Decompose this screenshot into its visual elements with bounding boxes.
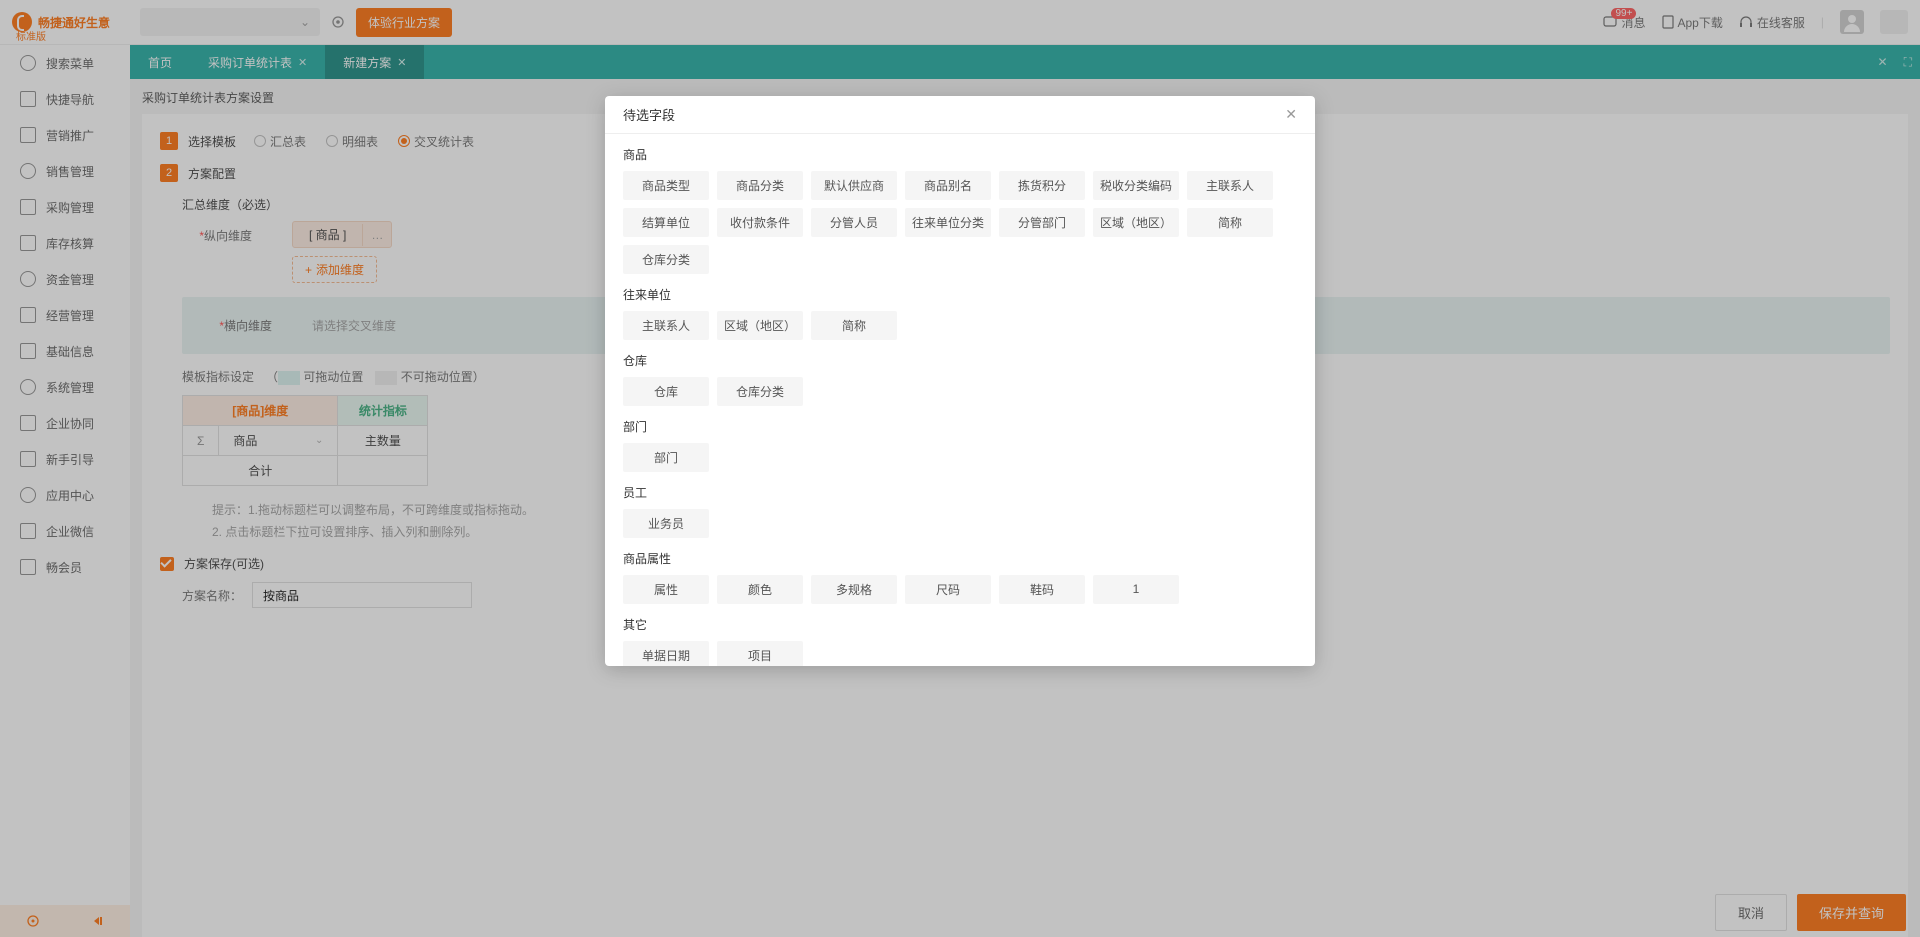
field-button[interactable]: 结算单位 <box>623 208 709 237</box>
field-button[interactable]: 1 <box>1093 575 1179 604</box>
field-button[interactable]: 简称 <box>811 311 897 340</box>
field-button[interactable]: 仓库分类 <box>717 377 803 406</box>
field-button[interactable]: 主联系人 <box>1187 171 1273 200</box>
modal-title: 待选字段 <box>623 105 675 124</box>
field-group-title: 部门 <box>623 418 1297 435</box>
field-button[interactable]: 仓库分类 <box>623 245 709 274</box>
field-button[interactable]: 商品类型 <box>623 171 709 200</box>
field-button[interactable]: 鞋码 <box>999 575 1085 604</box>
field-picker-modal: 待选字段 ✕ 商品商品类型商品分类默认供应商商品别名拣货积分税收分类编码主联系人… <box>605 96 1315 666</box>
field-button[interactable]: 区域（地区） <box>717 311 803 340</box>
field-button[interactable]: 商品分类 <box>717 171 803 200</box>
field-button[interactable]: 分管人员 <box>811 208 897 237</box>
field-group-0: 商品商品类型商品分类默认供应商商品别名拣货积分税收分类编码主联系人结算单位收付款… <box>623 146 1297 274</box>
field-button[interactable]: 颜色 <box>717 575 803 604</box>
field-group-title: 仓库 <box>623 352 1297 369</box>
field-button[interactable]: 部门 <box>623 443 709 472</box>
field-group-3: 部门部门 <box>623 418 1297 472</box>
field-button[interactable]: 项目 <box>717 641 803 666</box>
field-group-6: 其它单据日期项目 <box>623 616 1297 666</box>
field-button[interactable]: 商品别名 <box>905 171 991 200</box>
field-group-1: 往来单位主联系人区域（地区） 简称 <box>623 286 1297 340</box>
field-button[interactable]: 分管部门 <box>999 208 1085 237</box>
field-group-title: 其它 <box>623 616 1297 633</box>
modal-close-icon[interactable]: ✕ <box>1285 106 1297 123</box>
field-button[interactable]: 税收分类编码 <box>1093 171 1179 200</box>
field-button[interactable]: 区域（地区） <box>1093 208 1179 237</box>
field-group-title: 商品 <box>623 146 1297 163</box>
field-button[interactable]: 业务员 <box>623 509 709 538</box>
modal-overlay: 待选字段 ✕ 商品商品类型商品分类默认供应商商品别名拣货积分税收分类编码主联系人… <box>0 0 1920 937</box>
field-button[interactable]: 尺码 <box>905 575 991 604</box>
field-button[interactable]: 收付款条件 <box>717 208 803 237</box>
field-group-2: 仓库仓库仓库分类 <box>623 352 1297 406</box>
field-group-4: 员工业务员 <box>623 484 1297 538</box>
field-button[interactable]: 单据日期 <box>623 641 709 666</box>
field-group-title: 员工 <box>623 484 1297 501</box>
field-group-title: 商品属性 <box>623 550 1297 567</box>
field-group-5: 商品属性属性颜色多规格尺码鞋码 1 <box>623 550 1297 604</box>
field-button[interactable]: 简称 <box>1187 208 1273 237</box>
field-group-title: 往来单位 <box>623 286 1297 303</box>
field-button[interactable]: 主联系人 <box>623 311 709 340</box>
field-button[interactable]: 默认供应商 <box>811 171 897 200</box>
field-button[interactable]: 属性 <box>623 575 709 604</box>
field-button[interactable]: 往来单位分类 <box>905 208 991 237</box>
field-button[interactable]: 仓库 <box>623 377 709 406</box>
field-button[interactable]: 多规格 <box>811 575 897 604</box>
field-button[interactable]: 拣货积分 <box>999 171 1085 200</box>
